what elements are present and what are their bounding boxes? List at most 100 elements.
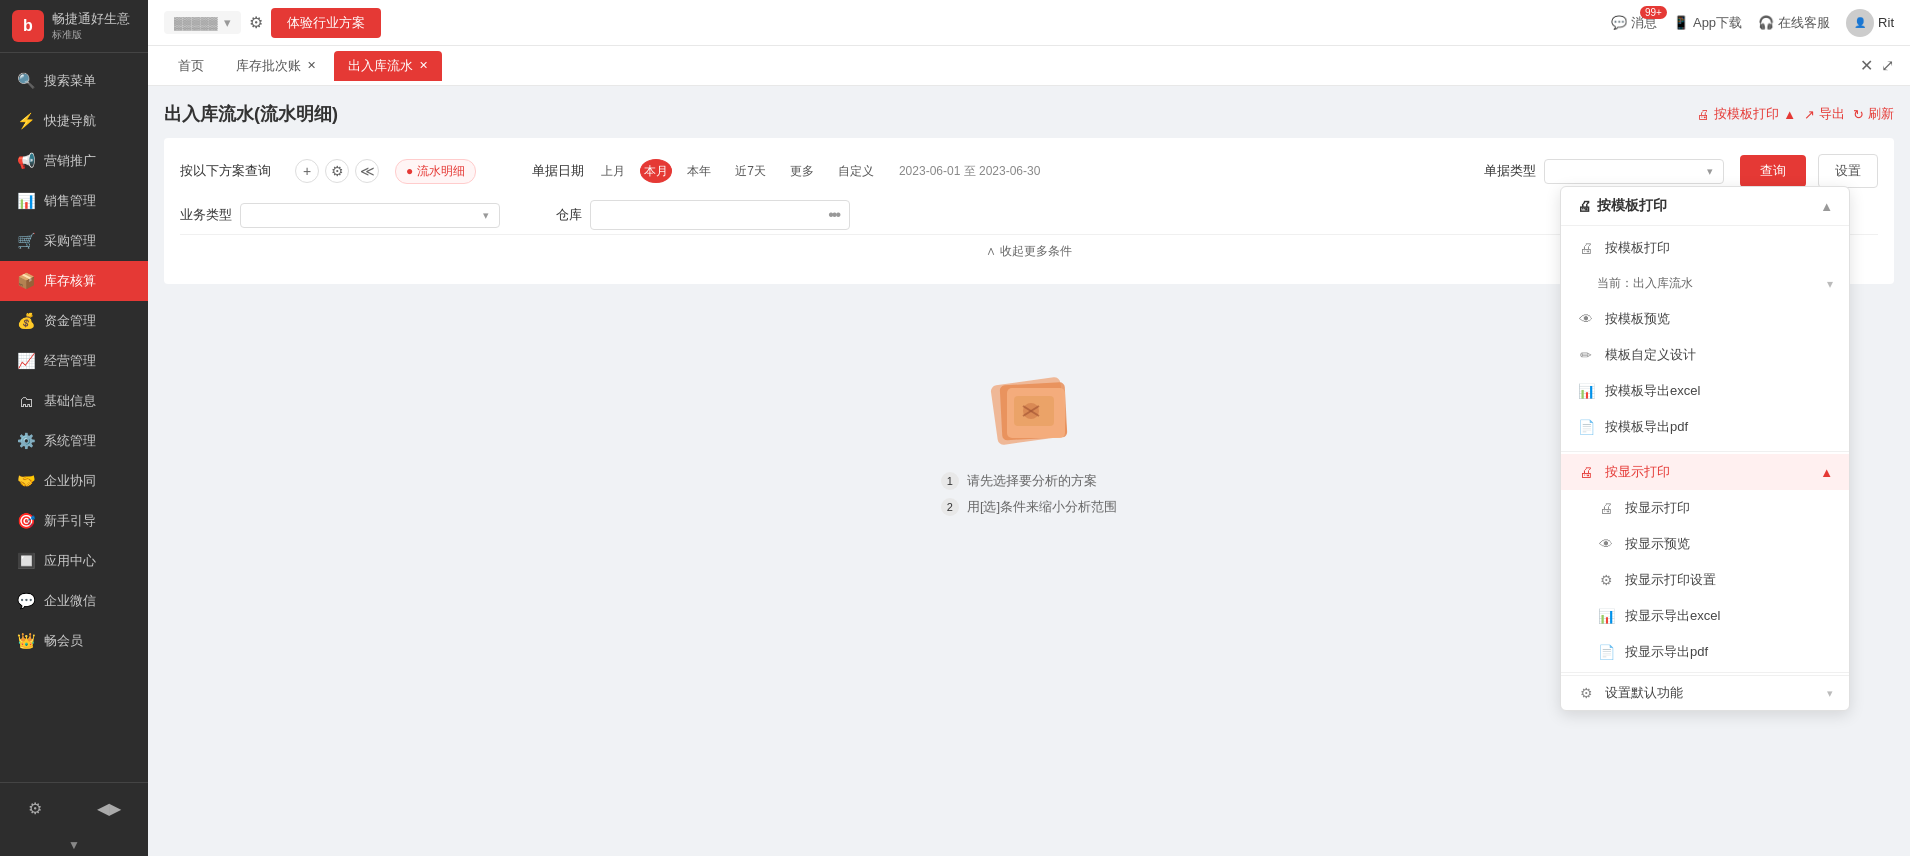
doc-type-select[interactable]: ▾ [1544, 159, 1724, 184]
sidebar-item-finance[interactable]: 💰 资金管理 [0, 301, 148, 341]
collapse-filter-btn[interactable]: ≪ [355, 159, 379, 183]
collapse-btn[interactable]: ◀▶ [91, 793, 127, 824]
sidebar-label-inventory: 库存核算 [44, 272, 96, 290]
printer-icon: 🖨 [1697, 107, 1710, 122]
topbar-user[interactable]: ▓▓▓▓▓ ▾ [164, 11, 241, 34]
sidebar-item-marketing[interactable]: 📢 营销推广 [0, 141, 148, 181]
sidebar-item-basic[interactable]: 🗂 基础信息 [0, 381, 148, 421]
dropdown-item-template-custom[interactable]: ✏ 模板自定义设计 [1561, 337, 1849, 373]
filter-actions: + ⚙ ≪ [295, 159, 379, 183]
inventory-icon: 📦 [16, 271, 36, 291]
message-btn[interactable]: 💬 消息 99+ [1611, 14, 1657, 32]
date-btn-custom[interactable]: 自定义 [829, 159, 883, 184]
sidebar-item-system[interactable]: ⚙️ 系统管理 [0, 421, 148, 461]
collapse-text: 收起更多条件 [1000, 244, 1072, 258]
footer-arrow[interactable]: ▾ [1827, 687, 1833, 700]
sidebar-item-purchase[interactable]: 🛒 采购管理 [0, 221, 148, 261]
dropdown-item-template-excel[interactable]: 📊 按模板导出excel [1561, 373, 1849, 409]
doc-type-arrow: ▾ [1707, 165, 1713, 178]
dropdown-item-template-print[interactable]: 🖨 按模板打印 [1561, 230, 1849, 266]
step-num-2: 2 [941, 498, 959, 516]
tab-flow-close[interactable]: ✕ [419, 59, 428, 72]
avatar: 👤 [1846, 9, 1874, 37]
dropdown-item-template-preview-label: 按模板预览 [1605, 310, 1670, 328]
trial-btn[interactable]: 体验行业方案 [271, 8, 381, 38]
settings-btn[interactable]: ⚙ [22, 793, 48, 824]
sub-arrow: ▾ [1827, 277, 1833, 291]
tab-home[interactable]: 首页 [164, 51, 218, 81]
empty-image [979, 356, 1079, 456]
sidebar-item-search[interactable]: 🔍 搜索菜单 [0, 61, 148, 101]
main-area: ▓▓▓▓▓ ▾ ⚙ 体验行业方案 💬 消息 99+ 📱 App下载 🎧 [148, 0, 1910, 856]
warehouse-more-icon[interactable]: ••• [828, 206, 839, 224]
sidebar-item-quick-nav[interactable]: ⚡ 快捷导航 [0, 101, 148, 141]
empty-step-2: 2 用[选]条件来缩小分析范围 [941, 498, 1117, 516]
operation-icon: 📈 [16, 351, 36, 371]
sidebar-label-collab: 企业协同 [44, 472, 96, 490]
maximize-btn[interactable]: ⤢ [1881, 56, 1894, 75]
dropdown-item-display-preview[interactable]: 👁 按显示预览 [1561, 526, 1849, 562]
date-btn-last-month[interactable]: 上月 [592, 159, 634, 184]
dropdown-collapse-btn[interactable]: ▲ [1820, 199, 1833, 214]
sidebar-label-search: 搜索菜单 [44, 72, 96, 90]
sidebar-label-guide: 新手引导 [44, 512, 96, 530]
sidebar-item-operation[interactable]: 📈 经营管理 [0, 341, 148, 381]
sidebar-item-app-center[interactable]: 🔲 应用中心 [0, 541, 148, 581]
sidebar-scrollbar: ▼ [0, 834, 148, 856]
date-btn-this-month[interactable]: 本月 [640, 159, 672, 183]
export-btn[interactable]: ↗ 导出 [1804, 105, 1845, 123]
tab-flow-label: 出入库流水 [348, 57, 413, 75]
tab-flow[interactable]: 出入库流水 ✕ [334, 51, 442, 81]
logo-icon: b [12, 10, 44, 42]
template-print-btn[interactable]: 🖨 按模板打印 ▲ [1697, 105, 1796, 123]
filter-tag-label: 流水明细 [417, 163, 465, 180]
user-avatar-area[interactable]: 👤 Rit [1846, 9, 1894, 37]
sidebar-item-collab[interactable]: 🤝 企业协同 [0, 461, 148, 501]
dropdown-item-template-preview[interactable]: 👁 按模板预览 [1561, 301, 1849, 337]
tab-batch-label: 库存批次账 [236, 57, 301, 75]
tab-batch[interactable]: 库存批次账 ✕ [222, 51, 330, 81]
close-window-btn[interactable]: ✕ [1860, 56, 1873, 75]
tab-batch-close[interactable]: ✕ [307, 59, 316, 72]
wechat-icon: 💬 [16, 591, 36, 611]
date-btn-more[interactable]: 更多 [781, 159, 823, 184]
date-btn-7days[interactable]: 近7天 [726, 159, 775, 184]
setting-btn[interactable]: 设置 [1818, 154, 1878, 188]
refresh-btn[interactable]: ↻ 刷新 [1853, 105, 1894, 123]
refresh-icon: ↻ [1853, 107, 1864, 122]
phone-icon: 📱 [1673, 15, 1689, 30]
scroll-down-arrow[interactable]: ▼ [68, 838, 80, 852]
gear-icon[interactable]: ⚙ [249, 13, 263, 32]
dropdown-item-current[interactable]: 当前：出入库流水 ▾ [1561, 266, 1849, 301]
sidebar-label-quick-nav: 快捷导航 [44, 112, 96, 130]
headset-icon: 🎧 [1758, 15, 1774, 30]
app-download-btn[interactable]: 📱 App下载 [1673, 14, 1742, 32]
edit-filter-btn[interactable]: ⚙ [325, 159, 349, 183]
dropdown-item-template-pdf[interactable]: 📄 按模板导出pdf [1561, 409, 1849, 445]
query-btns: 查询 设置 [1740, 154, 1878, 188]
topbar: ▓▓▓▓▓ ▾ ⚙ 体验行业方案 💬 消息 99+ 📱 App下载 🎧 [148, 0, 1910, 46]
biz-type-select[interactable]: ▾ [240, 203, 500, 228]
dropdown-item-display-excel[interactable]: 📊 按显示导出excel [1561, 598, 1849, 634]
purchase-icon: 🛒 [16, 231, 36, 251]
warehouse-select[interactable]: ••• [590, 200, 850, 230]
add-filter-btn[interactable]: + [295, 159, 319, 183]
sidebar-item-member[interactable]: 👑 畅会员 [0, 621, 148, 661]
display-collapse-icon: ▲ [1820, 465, 1833, 480]
display-print-icon: 🖨 [1577, 463, 1595, 481]
step-2-text: 用[选]条件来缩小分析范围 [967, 498, 1117, 516]
marketing-icon: 📢 [16, 151, 36, 171]
sidebar-item-inventory[interactable]: 📦 库存核算 [0, 261, 148, 301]
service-btn[interactable]: 🎧 在线客服 [1758, 14, 1830, 32]
dropdown-item-display-pdf[interactable]: 📄 按显示导出pdf [1561, 634, 1849, 670]
sidebar-item-sales[interactable]: 📊 销售管理 [0, 181, 148, 221]
dropdown-item-display-print-header[interactable]: 🖨 按显示打印 ▲ [1561, 454, 1849, 490]
sidebar-item-wechat[interactable]: 💬 企业微信 [0, 581, 148, 621]
sidebar-item-guide[interactable]: 🎯 新手引导 [0, 501, 148, 541]
dropdown-item-set-default[interactable]: ⚙ 设置默认功能 [1577, 684, 1827, 702]
dropdown-item-display-print-setting[interactable]: ⚙ 按显示打印设置 [1561, 562, 1849, 598]
dropdown-item-display-print[interactable]: 🖨 按显示打印 [1561, 490, 1849, 526]
window-controls: ✕ ⤢ [1860, 56, 1894, 75]
date-btn-this-year[interactable]: 本年 [678, 159, 720, 184]
query-btn[interactable]: 查询 [1740, 155, 1806, 187]
